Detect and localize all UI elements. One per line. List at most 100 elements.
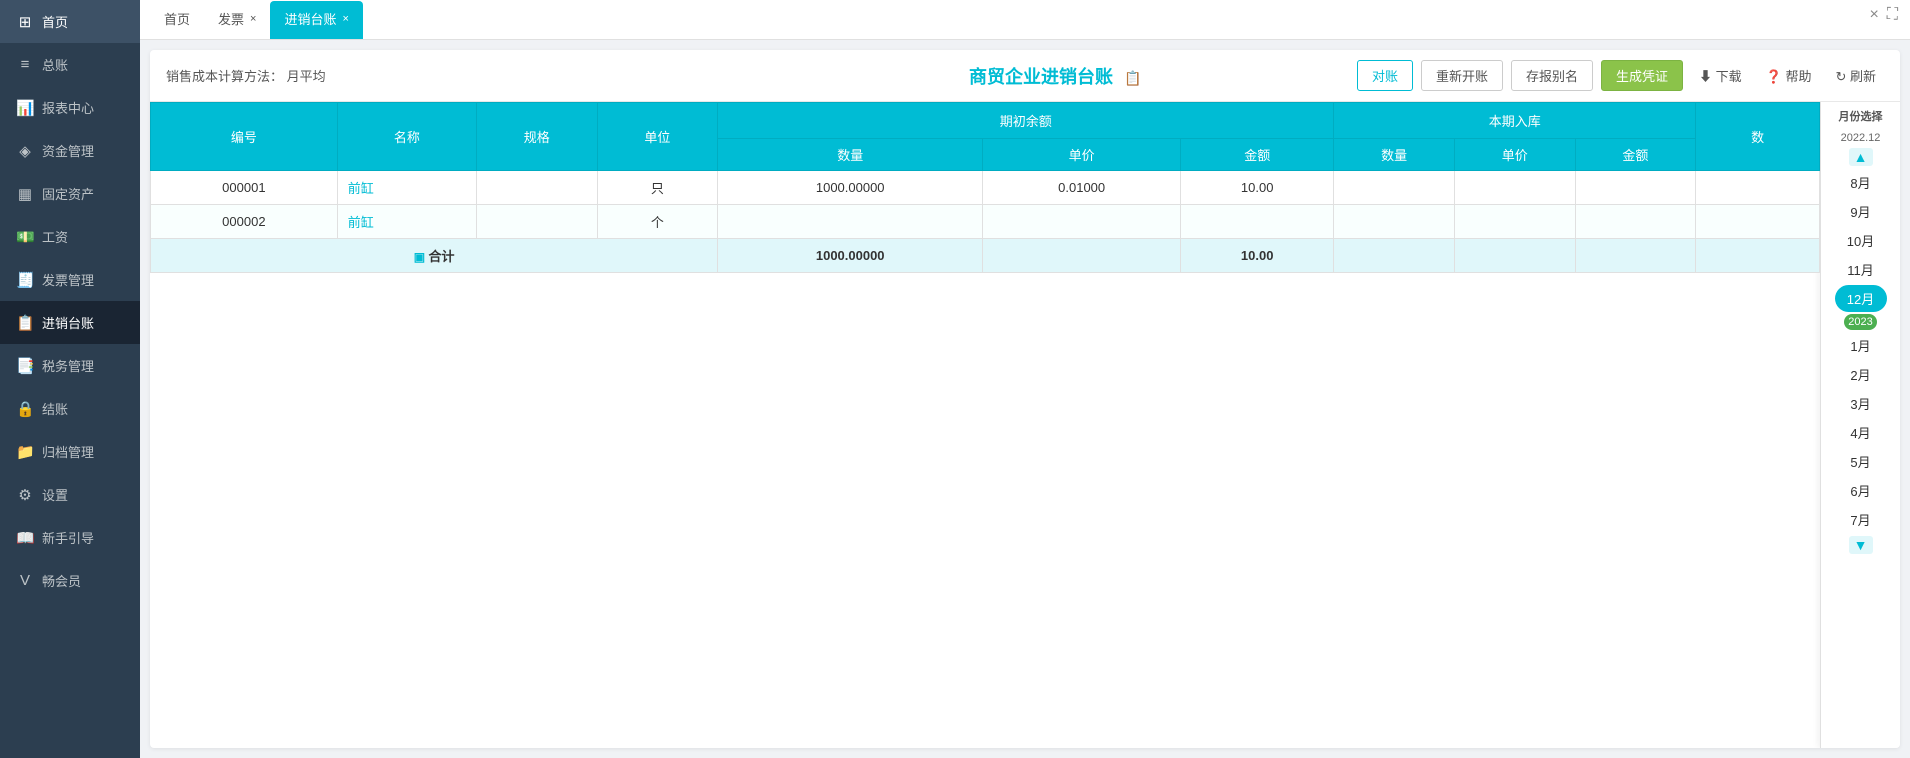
- sidebar-item-label: 结账: [42, 399, 68, 418]
- funds-icon: ◈: [16, 142, 34, 160]
- sidebar-item-label: 工资: [42, 227, 68, 246]
- content-area: 销售成本计算方法： 月平均 商贸企业进销台账 📋 对账 重新开账 存报别名 生成…: [150, 50, 1900, 748]
- sidebar-item-salary[interactable]: 💵 工资: [0, 215, 140, 258]
- cell-opening-price: 0.01000: [983, 171, 1181, 205]
- refresh-button[interactable]: ↻ 刷新: [1827, 61, 1884, 90]
- total-in-amount: [1575, 239, 1696, 273]
- sidebar-item-reports[interactable]: 📊 报表中心: [0, 86, 140, 129]
- col-sub-in-amount: 金额: [1575, 139, 1696, 171]
- col-header-extra: 数: [1696, 103, 1820, 171]
- month-item-2023-5[interactable]: 5月: [1835, 448, 1887, 475]
- col-header-name: 名称: [337, 103, 476, 171]
- cell-opening-amount: 10.00: [1181, 171, 1334, 205]
- window-maximize-button[interactable]: ⛶: [1887, 6, 1898, 24]
- table-container: 编号 名称 规格 单位 期初余额 本期入库 数 数量 单价: [150, 102, 1820, 748]
- sidebar-item-settings[interactable]: ⚙ 设置: [0, 473, 140, 516]
- total-opening-amount: 10.00: [1181, 239, 1334, 273]
- cell-in-price: [1454, 205, 1575, 239]
- month-item-2023-6[interactable]: 6月: [1835, 477, 1887, 504]
- month-scroll-up[interactable]: ▲: [1849, 148, 1873, 166]
- col-sub-in-price: 单价: [1454, 139, 1575, 171]
- window-close-button[interactable]: ×: [1869, 6, 1878, 24]
- cell-code: 000002: [151, 205, 338, 239]
- month-item-2023-4[interactable]: 4月: [1835, 419, 1887, 446]
- cell-opening-qty: 1000.00000: [718, 171, 983, 205]
- month-item-2023-3[interactable]: 3月: [1835, 390, 1887, 417]
- page-title-icon: 📋: [1124, 70, 1141, 86]
- sidebar-item-guide[interactable]: 📖 新手引导: [0, 516, 140, 559]
- page-title: 商贸企业进销台账 📋: [761, 63, 1348, 89]
- sidebar: ⊞ 首页 ≡ 总账 📊 报表中心 ◈ 资金管理 ▦ 固定资产 💵 工资 🧾 发票…: [0, 0, 140, 758]
- month-item-8[interactable]: 8月: [1835, 169, 1887, 196]
- tax-icon: 📑: [16, 357, 34, 375]
- sidebar-item-purchase-sales[interactable]: 📋 进销台账: [0, 301, 140, 344]
- sidebar-item-close-account[interactable]: 🔒 结账: [0, 387, 140, 430]
- sidebar-item-label: 设置: [42, 485, 68, 504]
- col-sub-opening-amount: 金额: [1181, 139, 1334, 171]
- total-opening-price: [983, 239, 1181, 273]
- cell-opening-price: [983, 205, 1181, 239]
- month-item-2023-1[interactable]: 1月: [1835, 332, 1887, 359]
- month-item-12[interactable]: 12月: [1835, 285, 1887, 312]
- col-header-code: 编号: [151, 103, 338, 171]
- download-icon: ⬇: [1699, 69, 1716, 84]
- sidebar-item-invoice-mgr[interactable]: 🧾 发票管理: [0, 258, 140, 301]
- vip-icon: V: [16, 572, 34, 589]
- page-title-text: 商贸企业进销台账: [969, 67, 1113, 87]
- sidebar-item-home[interactable]: ⊞ 首页: [0, 0, 140, 43]
- salary-icon: 💵: [16, 228, 34, 246]
- reconcile-button[interactable]: 对账: [1357, 60, 1413, 91]
- col-header-inbound: 本期入库: [1334, 103, 1696, 139]
- tab-invoice[interactable]: 发票 ×: [204, 1, 270, 39]
- sidebar-item-funds[interactable]: ◈ 资金管理: [0, 129, 140, 172]
- cell-opening-qty: [718, 205, 983, 239]
- sidebar-item-label: 发票管理: [42, 270, 94, 289]
- month-item-11[interactable]: 11月: [1835, 256, 1887, 283]
- help-button[interactable]: ❓ 帮助: [1758, 61, 1820, 90]
- sidebar-item-assets[interactable]: ▦ 固定资产: [0, 172, 140, 215]
- sidebar-item-tax[interactable]: 📑 税务管理: [0, 344, 140, 387]
- tab-purchase-sales[interactable]: 进销台账 ×: [270, 1, 362, 39]
- cell-name: 前缸: [337, 171, 476, 205]
- generate-voucher-button[interactable]: 生成凭证: [1601, 60, 1683, 91]
- sidebar-item-label: 税务管理: [42, 356, 94, 375]
- sidebar-item-label: 总账: [42, 55, 68, 74]
- cell-extra: [1696, 205, 1820, 239]
- sidebar-item-archive[interactable]: 📁 归档管理: [0, 430, 140, 473]
- month-item-2023-7[interactable]: 7月: [1835, 506, 1887, 533]
- tab-bar: 首页 发票 × 进销台账 ×: [140, 0, 1910, 40]
- tab-home[interactable]: 首页: [150, 1, 204, 39]
- month-item-2023-2[interactable]: 2月: [1835, 361, 1887, 388]
- sidebar-item-ledger[interactable]: ≡ 总账: [0, 43, 140, 86]
- cost-method-label: 销售成本计算方法：: [166, 69, 283, 84]
- total-extra: [1696, 239, 1820, 273]
- col-header-opening: 期初余额: [718, 103, 1334, 139]
- table-month-wrapper: 编号 名称 规格 单位 期初余额 本期入库 数 数量 单价: [150, 102, 1900, 748]
- cell-opening-amount: [1181, 205, 1334, 239]
- cell-in-qty: [1334, 205, 1455, 239]
- col-header-spec: 规格: [476, 103, 597, 171]
- assets-icon: ▦: [16, 185, 34, 203]
- month-scroll-down[interactable]: ▼: [1849, 536, 1873, 554]
- save-alias-button[interactable]: 存报别名: [1511, 60, 1593, 91]
- tab-invoice-close[interactable]: ×: [250, 13, 256, 25]
- reopen-button[interactable]: 重新开账: [1421, 60, 1503, 91]
- archive-icon: 📁: [16, 443, 34, 461]
- sidebar-item-vip[interactable]: V 畅会员: [0, 559, 140, 602]
- col-sub-in-qty: 数量: [1334, 139, 1455, 171]
- month-item-9[interactable]: 9月: [1835, 198, 1887, 225]
- month-item-10[interactable]: 10月: [1835, 227, 1887, 254]
- invoice-mgr-icon: 🧾: [16, 271, 34, 289]
- table-row: 000002 前缸 个: [151, 205, 1820, 239]
- cell-in-price: [1454, 171, 1575, 205]
- col-sub-opening-qty: 数量: [718, 139, 983, 171]
- tab-purchase-sales-close[interactable]: ×: [342, 13, 348, 25]
- total-opening-qty: 1000.00000: [718, 239, 983, 273]
- sidebar-item-label: 首页: [42, 12, 68, 31]
- download-button[interactable]: ⬇ 下载: [1691, 61, 1750, 90]
- cell-spec: [476, 171, 597, 205]
- tab-purchase-sales-label: 进销台账: [284, 9, 336, 28]
- purchase-sales-icon: 📋: [16, 314, 34, 332]
- main-wrapper: × ⛶ 首页 发票 × 进销台账 × 销售成本计算方法： 月平均: [140, 0, 1910, 758]
- year-2023-tag: 2023: [1844, 314, 1876, 330]
